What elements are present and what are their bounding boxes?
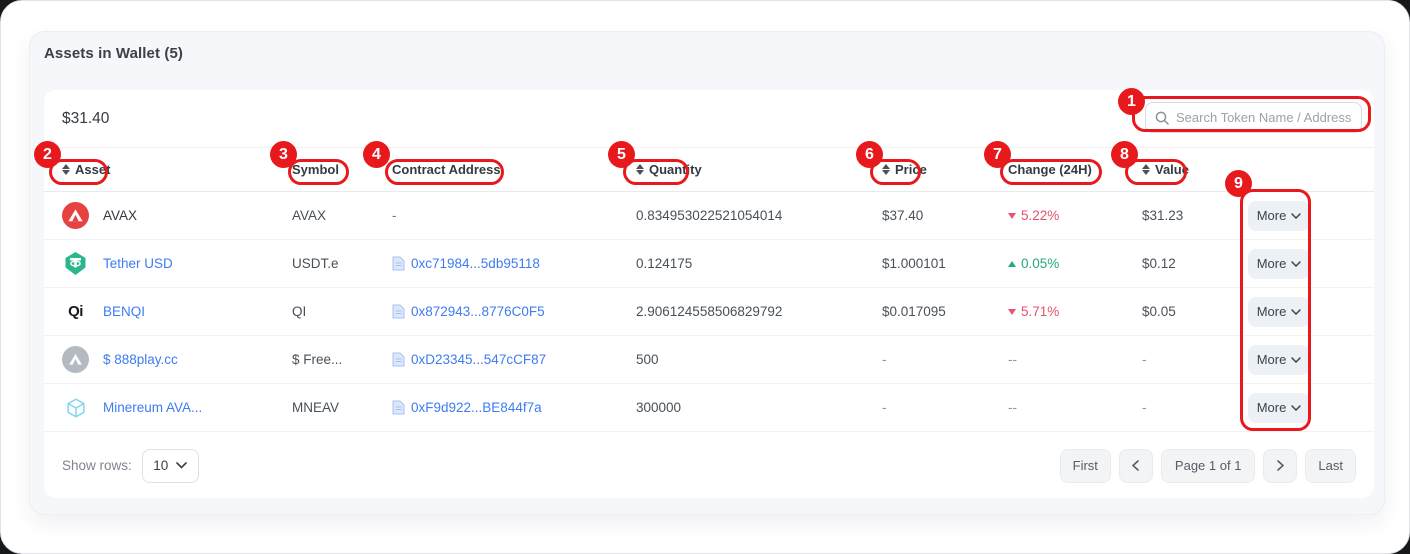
rows-per-page-select[interactable]: 10 (142, 449, 199, 483)
table-row: AVAX AVAX - 0.834953022521054014 $37.40 … (44, 192, 1374, 240)
minereum-token-icon (62, 394, 89, 421)
document-icon (392, 304, 405, 319)
change-cell: 0.05% (1008, 256, 1142, 271)
table-row: $ 888play.cc $ Free... 0xD23345...547cCF… (44, 336, 1374, 384)
chevron-down-icon (1291, 405, 1301, 411)
pagination-status: Page 1 of 1 (1161, 449, 1256, 483)
contract-address-link[interactable]: 0x872943...8776C0F5 (411, 304, 545, 319)
value-cell: - (1142, 400, 1248, 415)
sort-icon (1142, 164, 1150, 176)
wallet-total-value: $31.40 (62, 110, 109, 128)
sort-icon (636, 164, 644, 176)
contract-cell: 0xD23345...547cCF87 (392, 352, 636, 367)
assets-table-panel: $31.40 Asset Symbol (44, 90, 1374, 498)
search-box[interactable] (1145, 102, 1362, 133)
search-icon (1155, 111, 1169, 125)
price-cell: - (882, 400, 1008, 415)
quantity-cell: 2.906124558506829792 (636, 304, 882, 319)
quantity-cell: 0.834953022521054014 (636, 208, 882, 223)
contract-cell: 0xF9d922...BE844f7a (392, 400, 636, 415)
contract-cell: - (392, 208, 636, 223)
pagination: First Page 1 of 1 Last (1060, 449, 1356, 483)
pagination-next-button[interactable] (1263, 449, 1297, 483)
more-button[interactable]: More (1248, 249, 1310, 279)
contract-cell: 0xc71984...5db95118 (392, 256, 636, 271)
value-cell: - (1142, 352, 1248, 367)
chevron-right-icon (1277, 460, 1284, 471)
chevron-left-icon (1132, 460, 1139, 471)
change-cell: -- (1008, 352, 1142, 367)
asset-name-link[interactable]: Minereum AVA... (103, 400, 202, 415)
pagination-prev-button[interactable] (1119, 449, 1153, 483)
price-cell: - (882, 352, 1008, 367)
pagination-first-button[interactable]: First (1060, 449, 1111, 483)
quantity-cell: 0.124175 (636, 256, 882, 271)
chevron-down-icon (1291, 309, 1301, 315)
wallet-assets-screen: Assets in Wallet (5) $31.40 Asset (0, 0, 1410, 554)
document-icon (392, 400, 405, 415)
assets-card: Assets in Wallet (5) $31.40 Asset (29, 31, 1385, 515)
page-title: Assets in Wallet (5) (44, 45, 183, 62)
symbol-cell: USDT.e (292, 256, 392, 271)
table-row: Qi BENQI QI 0x872943...8776C0F5 2.906124… (44, 288, 1374, 336)
chevron-down-icon (1291, 357, 1301, 363)
symbol-cell: AVAX (292, 208, 392, 223)
table-row: Tether USD USDT.e 0xc71984...5db95118 0.… (44, 240, 1374, 288)
table-header-row: Asset Symbol Contract Address Quantity P… (44, 148, 1374, 192)
table-toolbar: $31.40 (44, 90, 1374, 148)
column-header-symbol[interactable]: Symbol (292, 162, 392, 177)
more-button[interactable]: More (1248, 393, 1310, 423)
triangle-up-icon (1008, 261, 1016, 267)
more-button[interactable]: More (1248, 297, 1310, 327)
symbol-cell: $ Free... (292, 352, 392, 367)
chevron-down-icon (176, 462, 187, 469)
triangle-down-icon (1008, 309, 1016, 315)
contract-address-link[interactable]: 0xF9d922...BE844f7a (411, 400, 542, 415)
table-row: Minereum AVA... MNEAV 0xF9d922...BE844f7… (44, 384, 1374, 432)
price-cell: $37.40 (882, 208, 1008, 223)
benqi-token-icon: Qi (62, 298, 89, 325)
change-cell: 5.71% (1008, 304, 1142, 319)
document-icon (392, 256, 405, 271)
quantity-cell: 300000 (636, 400, 882, 415)
symbol-cell: QI (292, 304, 392, 319)
table-footer: Show rows: 10 First Page 1 of 1 Las (44, 433, 1374, 498)
asset-name-link[interactable]: Tether USD (103, 256, 173, 271)
document-icon (392, 352, 405, 367)
contract-cell: 0x872943...8776C0F5 (392, 304, 636, 319)
column-header-asset[interactable]: Asset (62, 162, 292, 177)
value-cell: $31.23 (1142, 208, 1248, 223)
column-header-change-24h[interactable]: Change (24H) (1008, 162, 1142, 177)
column-header-contract-address[interactable]: Contract Address (392, 162, 636, 177)
change-cell: 5.22% (1008, 208, 1142, 223)
value-cell: $0.12 (1142, 256, 1248, 271)
chevron-down-icon (1291, 261, 1301, 267)
888play-token-icon (62, 346, 89, 373)
symbol-cell: MNEAV (292, 400, 392, 415)
more-button[interactable]: More (1248, 345, 1310, 375)
price-cell: $1.000101 (882, 256, 1008, 271)
sort-icon (62, 164, 70, 176)
triangle-down-icon (1008, 213, 1016, 219)
asset-name: AVAX (103, 208, 137, 223)
value-cell: $0.05 (1142, 304, 1248, 319)
search-input[interactable] (1176, 110, 1352, 125)
quantity-cell: 500 (636, 352, 882, 367)
tether-token-icon (62, 250, 89, 277)
show-rows-label: Show rows: (62, 458, 132, 473)
column-header-price[interactable]: Price (882, 162, 1008, 177)
contract-address-link[interactable]: 0xD23345...547cCF87 (411, 352, 546, 367)
asset-name-link[interactable]: $ 888play.cc (103, 352, 178, 367)
more-button[interactable]: More (1248, 201, 1310, 231)
column-header-value[interactable]: Value (1142, 162, 1248, 177)
sort-icon (882, 164, 890, 176)
avax-token-icon (62, 202, 89, 229)
price-cell: $0.017095 (882, 304, 1008, 319)
change-cell: -- (1008, 400, 1142, 415)
column-header-quantity[interactable]: Quantity (636, 162, 882, 177)
contract-address-link[interactable]: 0xc71984...5db95118 (411, 256, 540, 271)
pagination-last-button[interactable]: Last (1305, 449, 1356, 483)
asset-name-link[interactable]: BENQI (103, 304, 145, 319)
chevron-down-icon (1291, 213, 1301, 219)
